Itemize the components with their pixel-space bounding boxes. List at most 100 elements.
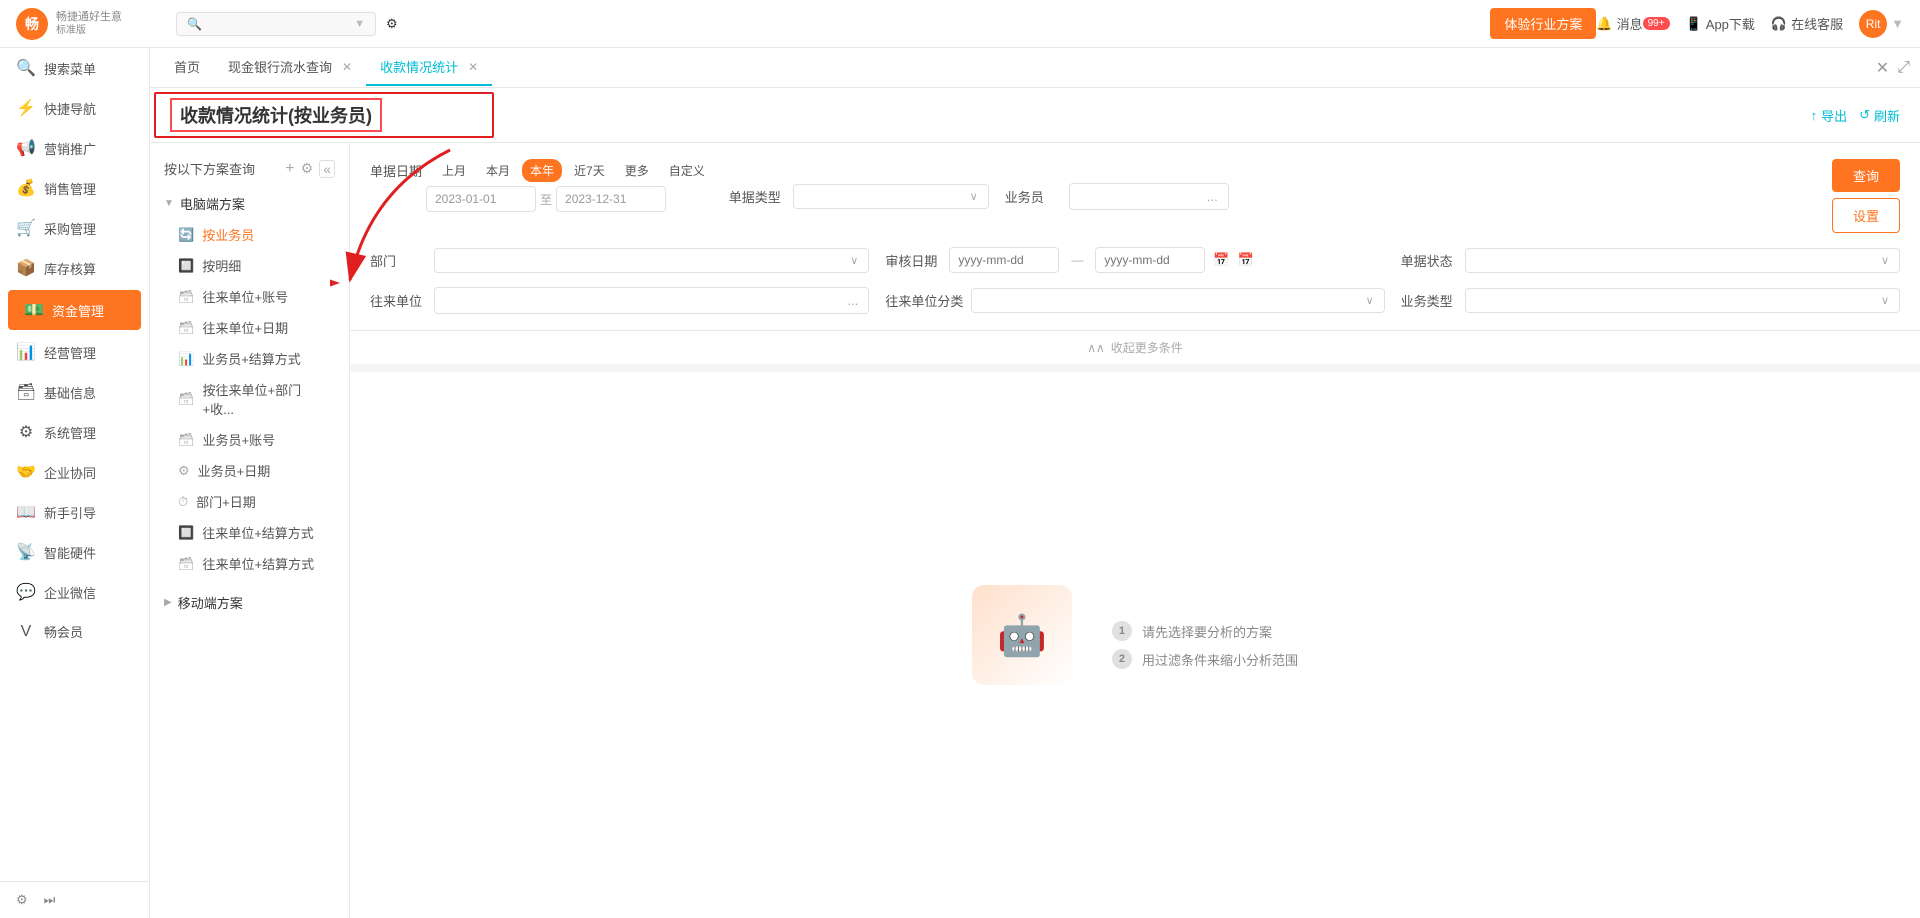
scheme-item-dept-date[interactable]: ⏱ 部门+日期 [150, 486, 349, 517]
set-button[interactable]: 设置 [1832, 198, 1900, 233]
sidebar-item-sales[interactable]: 💰 销售管理 [0, 168, 149, 208]
header-search-box[interactable]: 🔍 ▼ [176, 12, 376, 36]
query-button[interactable]: 查询 [1832, 159, 1900, 192]
scheme-item-unit-account[interactable]: 🗃 往来单位+账号 [150, 281, 349, 312]
staff-control[interactable]: ... [1069, 183, 1229, 210]
sidebar-item-purchase[interactable]: 🛒 采购管理 [0, 208, 149, 248]
voucher-type-dropdown-icon: ∨ [970, 190, 978, 203]
page-area: 收款情况统计(按业务员) ↑ 导出 ↺ 刷新 按以下 [150, 88, 1920, 918]
scheme-item-detail[interactable]: 🔲 按明细 [150, 250, 349, 281]
operations-icon: 📊 [16, 342, 36, 362]
purchase-icon: 🛒 [16, 218, 36, 238]
scheme-item-unit-dept[interactable]: 🗃 按往来单位+部门+收... [150, 374, 349, 424]
review-date-to-input[interactable] [1095, 247, 1205, 273]
close-all-tabs-icon[interactable]: ✕ [1876, 58, 1889, 78]
date-from-input[interactable] [426, 186, 536, 212]
sidebar-item-marketing[interactable]: 📢 营销推广 [0, 128, 149, 168]
scheme-icon-unit-date: 🗃 [178, 320, 195, 336]
sidebar-item-inventory[interactable]: 📦 库存核算 [0, 248, 149, 288]
scheme-settings-icon[interactable]: ⚙ [301, 160, 314, 177]
calendar-from-icon[interactable]: 📅 [1213, 252, 1229, 268]
collapse-row[interactable]: ∧∧ 收起更多条件 [350, 331, 1920, 364]
voucher-status-control[interactable]: ∨ [1465, 248, 1900, 273]
tab-home[interactable]: 首页 [160, 49, 214, 86]
sidebar-item-basic[interactable]: 🗃 基础信息 [0, 372, 149, 412]
sidebar-item-quick-nav[interactable]: ⚡ 快捷导航 [0, 88, 149, 128]
date-shortcut-this-month[interactable]: 本月 [478, 159, 518, 182]
sidebar-item-enterprise[interactable]: 🤝 企业协同 [0, 452, 149, 492]
main-layout: 🔍 搜索菜单 ⚡ 快捷导航 📢 营销推广 💰 销售管理 🛒 采购管理 📦 库存核… [0, 48, 1920, 918]
sidebar-item-member[interactable]: V 畅会员 [0, 612, 149, 651]
sidebar-item-smart[interactable]: 📡 智能硬件 [0, 532, 149, 572]
calendar-to-icon[interactable]: 📅 [1238, 252, 1254, 268]
refresh-button[interactable]: ↺ 刷新 [1859, 106, 1900, 125]
basic-icon: 🗃 [16, 382, 36, 402]
scheme-item-unit-settle2[interactable]: 🗃 往来单位+结算方式 [150, 548, 349, 579]
export-button[interactable]: ↑ 导出 [1811, 106, 1848, 125]
sidebar-bottom: ⚙ ⏭ [0, 881, 149, 918]
message-icon-item[interactable]: 🔔 消息 99+ [1596, 14, 1669, 33]
main-content: 首页 现金银行流水查询 ✕ 收款情况统计 ✕ ✕ ⤢ 收款情况统计(按业务员) [150, 48, 1920, 918]
tab-close-receivables-stats[interactable]: ✕ [468, 60, 478, 74]
dropdown-icon: ▼ [1891, 16, 1904, 31]
logo-area: 畅 畅捷通好生意 标准版 [16, 8, 166, 40]
online-service-item[interactable]: 🎧 在线客服 [1771, 14, 1843, 33]
service-icon: 🎧 [1771, 16, 1787, 32]
counterpart-control[interactable]: ... [434, 287, 869, 314]
sidebar-item-guide[interactable]: 📖 新手引导 [0, 492, 149, 532]
sidebar-item-system[interactable]: ⚙ 系统管理 [0, 412, 149, 452]
staff-more-icon: ... [1207, 189, 1218, 204]
scheme-icon-unit-settle2: 🗃 [178, 556, 195, 572]
empty-step-1: 1 请先选择要分析的方案 [1112, 621, 1298, 641]
expand-icon[interactable]: ⤢ [1897, 59, 1910, 77]
filter-review-date: 审核日期 — 📅 📅 [885, 247, 1384, 273]
filter-biz-type: 业务类型 ∨ [1401, 288, 1900, 313]
filter-date-group: 单据日期 上月 本月 本年 近7天 更多 自定义 [370, 159, 713, 212]
sidebar-collapse-icon[interactable]: ⏭ [44, 892, 56, 908]
scheme-item-staff-account[interactable]: 🗃 业务员+账号 [150, 424, 349, 455]
app-download-item[interactable]: 📱 App下载 [1686, 14, 1755, 33]
dept-control[interactable]: ∨ [434, 248, 869, 273]
date-to-input[interactable] [556, 186, 666, 212]
tab-close-bank-flow[interactable]: ✕ [342, 60, 352, 74]
enterprise-icon: 🤝 [16, 462, 36, 482]
scheme-item-unit-settle1[interactable]: 🔲 往来单位+结算方式 [150, 517, 349, 548]
counterpart-class-dropdown-icon: ∨ [1366, 294, 1374, 307]
member-icon: V [16, 623, 36, 641]
filter-row-2: 部门 ∨ 审核日期 — [370, 247, 1900, 273]
empty-steps: 1 请先选择要分析的方案 2 用过滤条件来缩小分析范围 [1112, 621, 1298, 669]
biz-type-control[interactable]: ∨ [1465, 288, 1900, 313]
sales-icon: 💰 [16, 178, 36, 198]
sidebar-item-search-menu[interactable]: 🔍 搜索菜单 [0, 48, 149, 88]
date-shortcut-7days[interactable]: 近7天 [566, 159, 613, 182]
avatar: Rit [1859, 10, 1887, 38]
scheme-item-staff-date[interactable]: ⚙ 业务员+日期 [150, 455, 349, 486]
smart-icon: 📡 [16, 542, 36, 562]
finance-icon: 💵 [24, 300, 44, 320]
date-shortcut-prev-month[interactable]: 上月 [434, 159, 474, 182]
sidebar-item-finance[interactable]: 💵 资金管理 [8, 290, 141, 330]
add-scheme-icon[interactable]: + [285, 160, 294, 178]
sidebar-item-wechat[interactable]: 💬 企业微信 [0, 572, 149, 612]
review-date-from-input[interactable] [949, 247, 1059, 273]
sidebar-settings-icon[interactable]: ⚙ [16, 892, 28, 908]
date-shortcut-custom[interactable]: 自定义 [661, 159, 713, 182]
scheme-item-by-staff[interactable]: 🔄 按业务员 [150, 219, 349, 250]
tab-bank-flow[interactable]: 现金银行流水查询 ✕ [214, 49, 366, 86]
scheme-item-unit-date[interactable]: 🗃 往来单位+日期 [150, 312, 349, 343]
counterpart-class-control[interactable]: ∨ [971, 288, 1384, 313]
date-shortcut-this-year[interactable]: 本年 [522, 159, 562, 182]
date-shortcut-more[interactable]: 更多 [617, 159, 657, 182]
trial-button[interactable]: 体验行业方案 [1490, 8, 1596, 39]
collapse-scheme-icon[interactable]: « [319, 160, 335, 178]
user-avatar-area[interactable]: Rit ▼ [1859, 10, 1904, 38]
tab-receivables-stats[interactable]: 收款情况统计 ✕ [366, 49, 492, 86]
voucher-type-control[interactable]: ∨ [793, 184, 989, 209]
scheme-group-mobile-title[interactable]: ▶ 移动端方案 [150, 587, 349, 618]
sidebar-item-operations[interactable]: 📊 经营管理 [0, 332, 149, 372]
scheme-group-desktop-title[interactable]: ▼ 电脑端方案 [150, 188, 349, 219]
sidebar: 🔍 搜索菜单 ⚡ 快捷导航 📢 营销推广 💰 销售管理 🛒 采购管理 📦 库存核… [0, 48, 150, 918]
scheme-item-staff-settle[interactable]: 📊 业务员+结算方式 [150, 343, 349, 374]
collapse-up-icon: ∧∧ [1087, 341, 1105, 355]
settings-gear-icon[interactable]: ⚙ [386, 16, 398, 32]
